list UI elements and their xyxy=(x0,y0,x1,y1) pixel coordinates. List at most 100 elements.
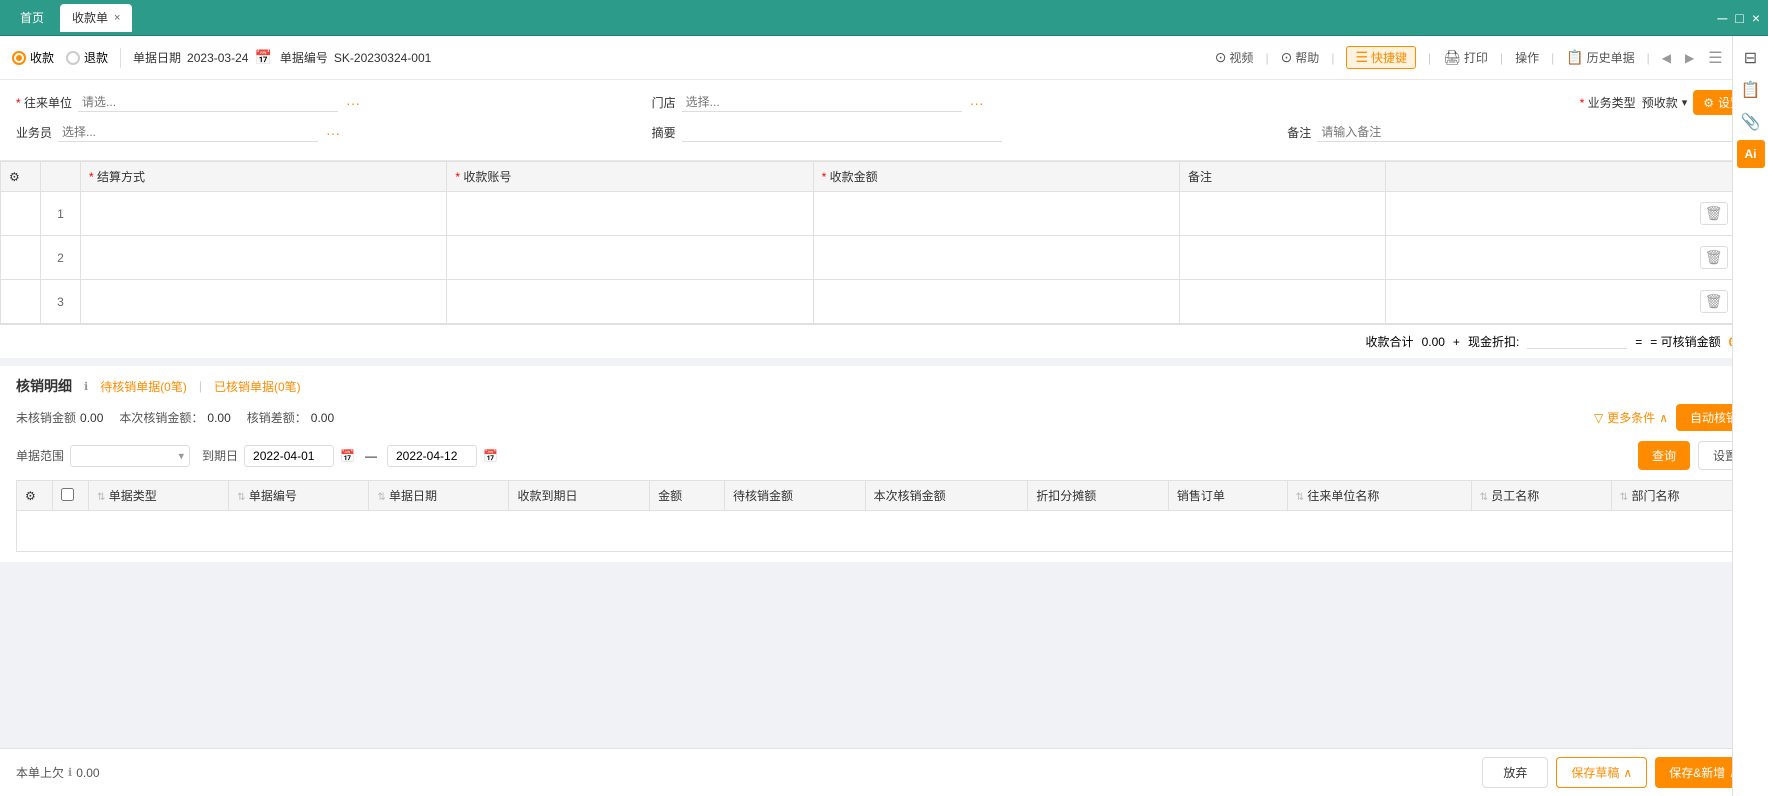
diff-label: 核销差额： xyxy=(247,409,307,426)
tab-home[interactable]: 首页 xyxy=(8,4,56,32)
row-account-3[interactable] xyxy=(447,280,813,324)
hexiao-empty-row xyxy=(17,511,1752,552)
close-icon[interactable]: × xyxy=(1752,10,1760,26)
salesperson-ellipsis-icon[interactable]: ··· xyxy=(326,125,340,141)
sidebar-icon-table[interactable]: ⊟ xyxy=(1737,44,1765,72)
row-num-2: 2 xyxy=(41,236,81,280)
list-view-icon[interactable]: ☰ xyxy=(1708,48,1722,68)
help-icon: ⊙ xyxy=(1281,49,1293,66)
due-end-calendar-icon[interactable]: 📅 xyxy=(483,449,498,463)
tab-bar: 首页 收款单 × ─ □ × xyxy=(0,0,1768,36)
hexiao-col-partner[interactable]: ⇅ 往来单位名称 xyxy=(1287,481,1471,511)
row-amount-2[interactable] xyxy=(813,236,1179,280)
sidebar-icon-ai[interactable]: Ai xyxy=(1737,140,1765,168)
row-remarks-3[interactable] xyxy=(1179,280,1385,324)
hexiao-col-dept[interactable]: ⇅ 部门名称 xyxy=(1611,481,1751,511)
row-account-1[interactable] xyxy=(447,192,813,236)
due-start-input[interactable] xyxy=(244,445,334,467)
biz-type-select[interactable]: 预收款 ▾ xyxy=(1642,94,1688,111)
row-amount-1[interactable] xyxy=(813,192,1179,236)
sidebar-icon-document[interactable]: 📋 xyxy=(1737,76,1765,104)
shortcut-btn[interactable]: ☰ 快捷键 xyxy=(1346,46,1416,69)
radio-tuikuan[interactable]: 退款 xyxy=(66,49,108,66)
shortcut-label: 快捷键 xyxy=(1371,49,1407,66)
hexiao-col-no[interactable]: ⇅ 单据编号 xyxy=(229,481,369,511)
hexiao-col-type[interactable]: ⇅ 单据类型 xyxy=(89,481,229,511)
hexiao-col-employee[interactable]: ⇅ 员工名称 xyxy=(1471,481,1611,511)
hexiao-col-checkbox[interactable] xyxy=(53,481,89,511)
col-no-label: 单据编号 xyxy=(249,489,297,503)
select-all-checkbox[interactable] xyxy=(61,488,74,501)
row-account-2[interactable] xyxy=(447,236,813,280)
tab-shoukuan[interactable]: 收款单 × xyxy=(60,4,132,32)
col-account-header[interactable]: * 收款账号 xyxy=(447,162,813,192)
biz-type-label: 业务类型 xyxy=(1580,94,1636,111)
query-btn[interactable]: 查询 xyxy=(1638,441,1690,470)
more-filter-btn[interactable]: ▽ 更多条件 ∧ xyxy=(1594,409,1668,426)
minimize-icon[interactable]: ─ xyxy=(1717,10,1727,26)
bottom-info-icon[interactable]: ℹ xyxy=(68,766,72,779)
row-delete-icon-2[interactable]: 🗑 xyxy=(1700,246,1728,269)
row-delete-icon-1[interactable]: 🗑 xyxy=(1700,202,1728,225)
hexiao-col-date[interactable]: ⇅ 单据日期 xyxy=(369,481,509,511)
store-ellipsis-icon[interactable]: ··· xyxy=(970,95,984,111)
hexiao-col-gear[interactable]: ⚙ xyxy=(17,481,53,511)
row-delete-icon-3[interactable]: 🗑 xyxy=(1700,290,1728,313)
bottom-info-value: 0.00 xyxy=(76,766,99,780)
divider-1 xyxy=(120,48,121,68)
history-btn[interactable]: 📋 历史单据 xyxy=(1566,49,1634,66)
nav-prev-icon[interactable]: ◀ xyxy=(1662,51,1671,65)
abandon-btn[interactable]: 放弃 xyxy=(1482,757,1548,788)
col-amount-header[interactable]: * 收款金额 xyxy=(813,162,1179,192)
row-settlement-1[interactable] xyxy=(81,192,447,236)
bottom-bar: 本单上欠 ℹ 0.00 放弃 保存草稿 ∧ 保存&新增 ∧ xyxy=(0,748,1768,796)
hexiao-header: 核销明细 ℹ 待核销单据(0笔) | 已核销单据(0笔) xyxy=(16,376,1752,396)
row-remarks-1[interactable] xyxy=(1179,192,1385,236)
maximize-icon[interactable]: □ xyxy=(1735,10,1743,26)
pending-tab[interactable]: 待核销单据(0笔) xyxy=(100,378,187,395)
partner-ellipsis-icon[interactable]: ··· xyxy=(346,95,360,111)
col-partner-label: 往来单位名称 xyxy=(1307,489,1379,503)
radio-shoukuan-dot xyxy=(12,51,26,65)
print-btn[interactable]: 🖨 打印 xyxy=(1443,49,1488,66)
due-start-calendar-icon[interactable]: 📅 xyxy=(340,449,355,463)
store-input[interactable] xyxy=(682,93,962,112)
col-remarks-header: 备注 xyxy=(1179,162,1385,192)
help-btn[interactable]: ⊙ 帮助 xyxy=(1281,49,1320,66)
save-draft-btn[interactable]: 保存草稿 ∧ xyxy=(1556,757,1647,788)
operation-btn[interactable]: 操作 xyxy=(1515,49,1539,66)
row-settlement-3[interactable] xyxy=(81,280,447,324)
hexiao-stats: 未核销金额 0.00 本次核销金额： 0.00 核销差额： 0.00 ▽ 更多条… xyxy=(16,404,1752,431)
history-label: 历史单据 xyxy=(1587,49,1635,66)
discount-input[interactable] xyxy=(1527,334,1627,349)
hexiao-info-icon[interactable]: ℹ xyxy=(84,380,88,393)
payment-table: ⚙ * 结算方式 * 收款账号 * 收款金额 备注 操作 xyxy=(0,161,1768,324)
summary-input[interactable] xyxy=(682,123,1002,142)
pending-tab-label: 待核销单据(0笔) xyxy=(100,378,187,395)
due-end-input[interactable] xyxy=(387,445,477,467)
save-draft-chevron-icon: ∧ xyxy=(1623,766,1632,780)
plus-sign: + xyxy=(1453,335,1460,349)
settings-gear-icon: ⚙ xyxy=(9,170,20,184)
sidebar-icon-attach[interactable]: 📎 xyxy=(1737,108,1765,136)
range-select[interactable] xyxy=(70,445,190,467)
row-remarks-2[interactable] xyxy=(1179,236,1385,280)
tab-close-icon[interactable]: × xyxy=(114,12,120,24)
help-label: 帮助 xyxy=(1295,49,1319,66)
bill-date-calendar-icon[interactable]: 📅 xyxy=(254,49,271,66)
radio-shoukuan[interactable]: 收款 xyxy=(12,49,54,66)
salesperson-input[interactable] xyxy=(58,123,318,142)
done-tab[interactable]: 已核销单据(0笔) xyxy=(214,378,301,395)
row-settlement-2[interactable] xyxy=(81,236,447,280)
hexiao-col-order: 销售订单 xyxy=(1168,481,1287,511)
remarks-input[interactable] xyxy=(1317,123,1752,142)
nav-next-icon[interactable]: ▶ xyxy=(1685,51,1694,65)
col-settlement-header[interactable]: * 结算方式 xyxy=(81,162,447,192)
col-settings-header[interactable]: ⚙ xyxy=(1,162,41,192)
video-btn[interactable]: ⊙ 视频 xyxy=(1215,49,1254,66)
partner-input[interactable] xyxy=(78,93,338,112)
row-amount-3[interactable] xyxy=(813,280,1179,324)
table-row: 3 🗑 📋 xyxy=(1,280,1768,324)
range-field: 单据范围 xyxy=(16,445,190,467)
range-label: 单据范围 xyxy=(16,447,64,464)
